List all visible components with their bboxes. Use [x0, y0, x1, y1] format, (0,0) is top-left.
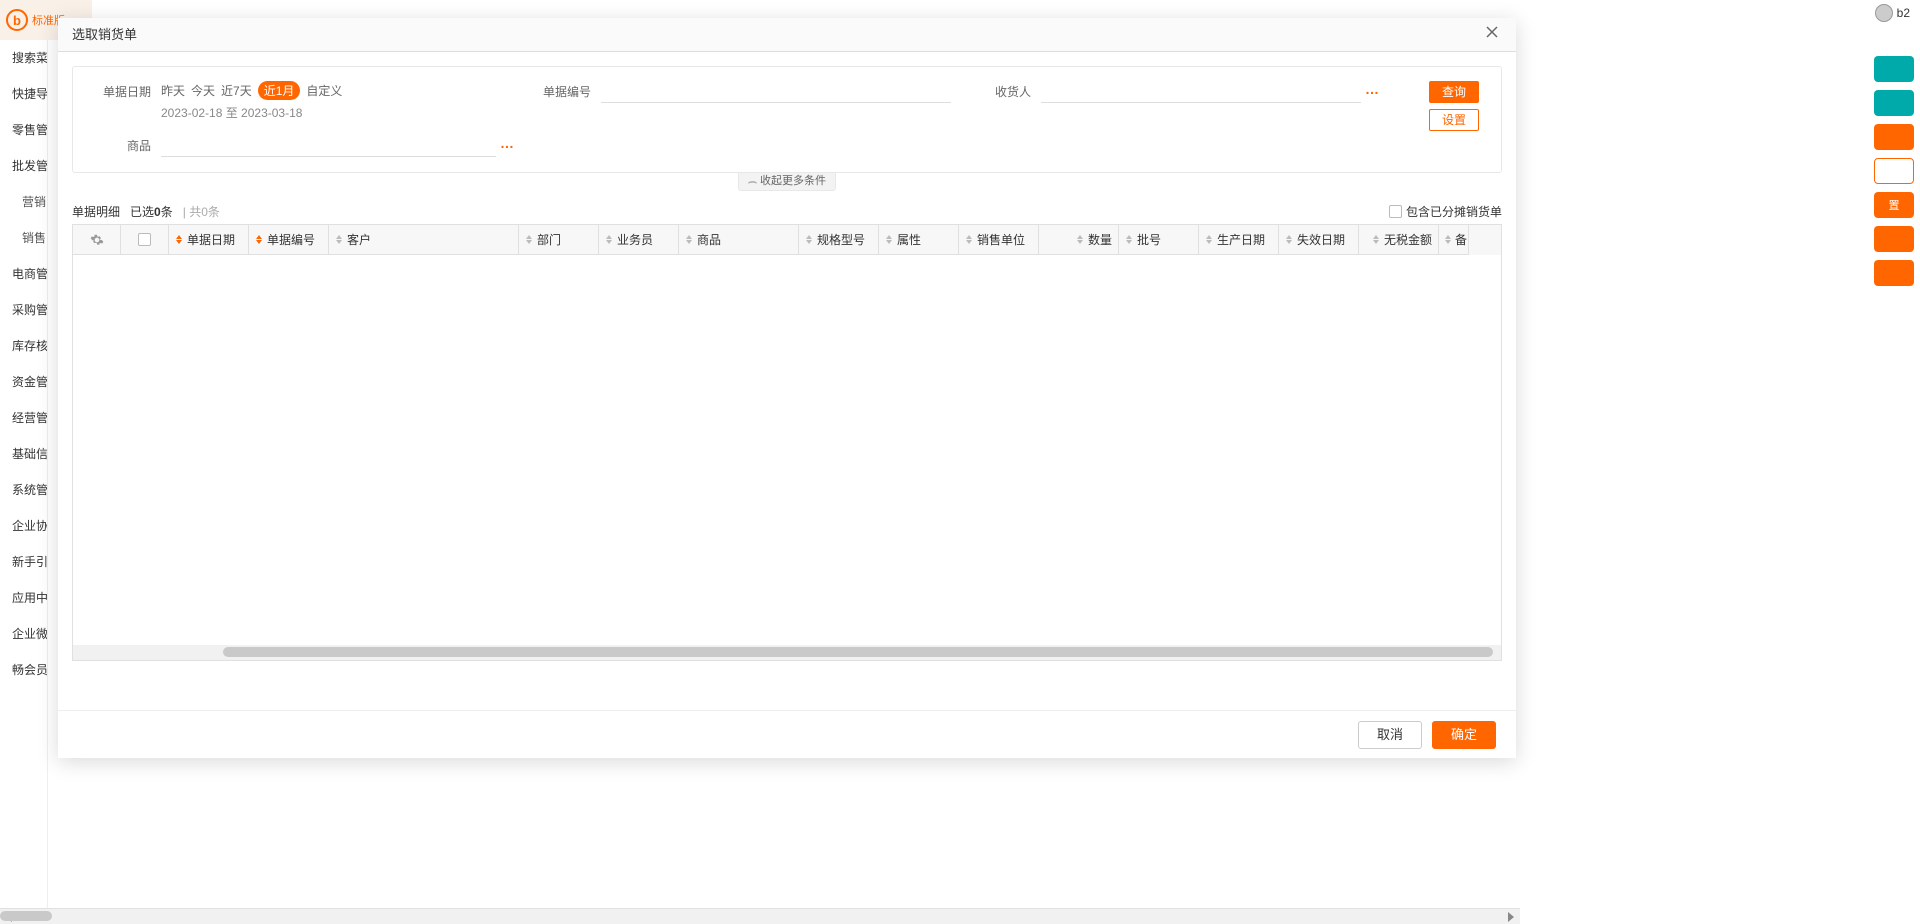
col-no[interactable]: 单据编号 — [249, 225, 329, 255]
col-label: 业务员 — [617, 231, 653, 248]
col-gear[interactable] — [73, 225, 121, 255]
filter-panel: 查询 设置 单据日期 昨天 今天 近7天 近1月 自定义 — [72, 66, 1502, 173]
col-label: 批号 — [1137, 231, 1161, 248]
product-input[interactable] — [161, 135, 496, 157]
sort-icon[interactable] — [1445, 234, 1451, 246]
date-range-text: 2023-02-18 至 2023-03-18 — [161, 104, 342, 121]
ok-button[interactable]: 确定 — [1432, 721, 1496, 749]
modal-body: 查询 设置 单据日期 昨天 今天 近7天 近1月 自定义 — [58, 52, 1516, 710]
sort-icon[interactable] — [965, 234, 973, 246]
col-exp[interactable]: 失效日期 — [1279, 225, 1359, 255]
receiver-more-icon[interactable]: … — [1361, 81, 1384, 97]
sort-icon[interactable] — [805, 234, 813, 246]
date-label: 单据日期 — [91, 81, 161, 100]
sort-icon[interactable] — [1372, 234, 1380, 246]
sort-icon[interactable] — [175, 234, 183, 246]
sort-icon[interactable] — [885, 234, 893, 246]
subheader-tab[interactable]: 单据明细 — [72, 203, 120, 220]
col-label: 单据编号 — [267, 231, 315, 248]
collapse-filters-button[interactable]: ︽ 收起更多条件 — [738, 173, 836, 191]
col-rem[interactable]: 备 — [1439, 225, 1469, 255]
receiver-filter-field: 收货人 … — [971, 81, 1411, 103]
product-more-icon[interactable]: … — [496, 135, 519, 151]
col-label: 商品 — [697, 231, 721, 248]
date-filter-field: 单据日期 昨天 今天 近7天 近1月 自定义 2023-02-18 至 2023… — [91, 81, 531, 121]
modal-backdrop: 选取销货单 查询 设置 单据日期 昨天 今天 — [0, 0, 1920, 924]
col-qty[interactable]: 数量 — [1039, 225, 1119, 255]
col-label: 数量 — [1088, 231, 1112, 248]
results-table: 单据日期 单据编号 客户 部门 业务员 商品 规格型号 属性 销售单位 数量 批号 生产日期 失效日期 无… — [72, 224, 1502, 645]
col-mfg[interactable]: 生产日期 — [1199, 225, 1279, 255]
sort-icon[interactable] — [1076, 234, 1084, 246]
col-date[interactable]: 单据日期 — [169, 225, 249, 255]
date-pick-yesterday[interactable]: 昨天 — [161, 82, 185, 99]
table-header: 单据日期 单据编号 客户 部门 业务员 商品 规格型号 属性 销售单位 数量 批号 生产日期 失效日期 无… — [73, 225, 1501, 255]
sort-icon[interactable] — [1125, 234, 1133, 246]
table-horizontal-scrollbar[interactable] — [72, 645, 1502, 661]
col-prod[interactable]: 商品 — [679, 225, 799, 255]
col-batch[interactable]: 批号 — [1119, 225, 1199, 255]
col-sales[interactable]: 业务员 — [599, 225, 679, 255]
sort-icon[interactable] — [1205, 234, 1213, 246]
col-label: 生产日期 — [1217, 231, 1265, 248]
receiver-input[interactable] — [1041, 81, 1361, 103]
table-scroll-thumb[interactable] — [223, 647, 1493, 657]
col-label: 规格型号 — [817, 231, 865, 248]
col-label: 单据日期 — [187, 231, 235, 248]
cancel-button[interactable]: 取消 — [1358, 721, 1422, 749]
col-label: 客户 — [347, 231, 371, 248]
checkbox-icon — [1389, 205, 1402, 218]
product-filter-field: 商品 … — [91, 135, 531, 157]
date-pick-last7[interactable]: 近7天 — [221, 82, 252, 99]
modal-footer: 取消 确定 — [58, 710, 1516, 758]
col-amt[interactable]: 无税金额 — [1359, 225, 1439, 255]
selected-count: 已选0条 — [130, 203, 173, 220]
col-chk[interactable] — [121, 225, 169, 255]
receiver-label: 收货人 — [971, 81, 1041, 100]
col-label: 无税金额 — [1384, 231, 1432, 248]
include-split-checkbox[interactable]: 包含已分摊销货单 — [1389, 203, 1502, 220]
total-count: | 共0条 — [183, 203, 220, 220]
modal-title: 选取销货单 — [72, 18, 137, 52]
product-label: 商品 — [91, 135, 161, 154]
sort-icon[interactable] — [255, 234, 263, 246]
col-label: 部门 — [537, 231, 561, 248]
include-split-label: 包含已分摊销货单 — [1406, 203, 1502, 220]
col-unit[interactable]: 销售单位 — [959, 225, 1039, 255]
date-pick-last1m[interactable]: 近1月 — [258, 81, 301, 100]
header-checkbox-icon[interactable] — [138, 233, 151, 246]
col-cust[interactable]: 客户 — [329, 225, 519, 255]
date-pick-today[interactable]: 今天 — [191, 82, 215, 99]
close-icon[interactable] — [1482, 18, 1502, 52]
sort-icon[interactable] — [685, 234, 693, 246]
search-button[interactable]: 查询 — [1429, 81, 1479, 103]
table-body-empty — [73, 255, 1501, 645]
gear-icon[interactable] — [90, 233, 104, 247]
doc-no-input[interactable] — [601, 81, 951, 103]
doc-no-label: 单据编号 — [531, 81, 601, 100]
col-label: 失效日期 — [1297, 231, 1345, 248]
subheader: 单据明细 已选0条 | 共0条 包含已分摊销货单 — [72, 203, 1502, 220]
filter-buttons-col: 查询 设置 — [1429, 81, 1479, 131]
sort-icon[interactable] — [525, 234, 533, 246]
sort-icon[interactable] — [335, 234, 343, 246]
col-label: 备 — [1455, 231, 1467, 248]
settings-button[interactable]: 设置 — [1429, 109, 1479, 131]
col-label: 销售单位 — [977, 231, 1025, 248]
modal-header: 选取销货单 — [58, 18, 1516, 52]
date-pick-custom[interactable]: 自定义 — [306, 82, 342, 99]
doc-no-filter-field: 单据编号 — [531, 81, 971, 103]
col-spec[interactable]: 规格型号 — [799, 225, 879, 255]
col-label: 属性 — [897, 231, 921, 248]
col-attr[interactable]: 属性 — [879, 225, 959, 255]
col-dept[interactable]: 部门 — [519, 225, 599, 255]
collapse-label: 收起更多条件 — [760, 175, 826, 187]
sort-icon[interactable] — [605, 234, 613, 246]
sort-icon[interactable] — [1285, 234, 1293, 246]
select-sales-order-modal: 选取销货单 查询 设置 单据日期 昨天 今天 — [58, 18, 1516, 758]
